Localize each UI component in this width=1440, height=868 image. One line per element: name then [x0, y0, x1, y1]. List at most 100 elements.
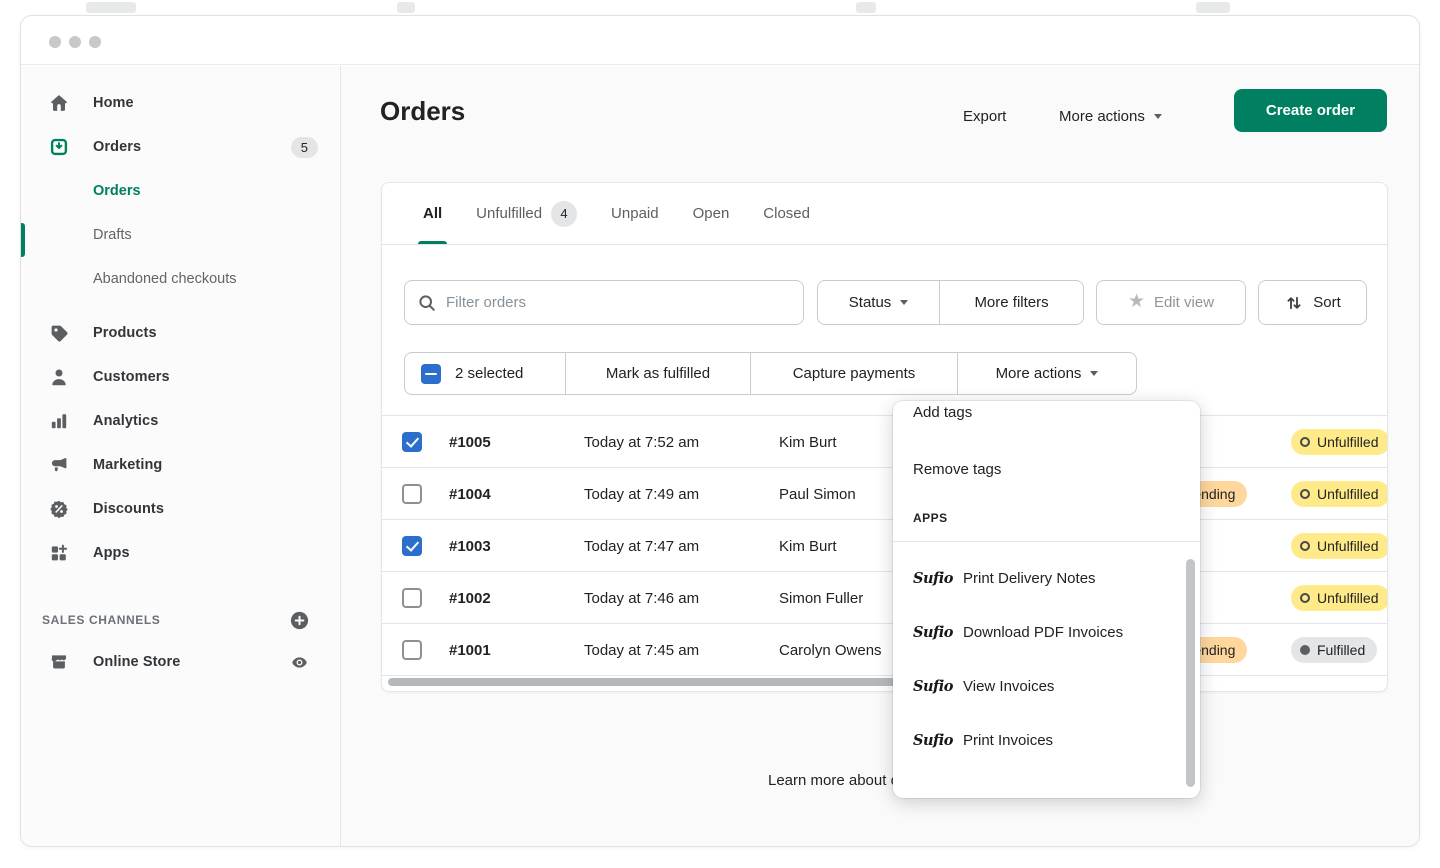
sidebar-subitem-drafts[interactable]: Drafts — [21, 213, 340, 257]
menu-item-label: Add tags — [913, 404, 972, 421]
main-content: Orders Export More actions Create order — [341, 66, 1419, 846]
tab-label: Unfulfilled — [476, 205, 542, 222]
fulfillment-status-dot-icon — [1300, 593, 1310, 603]
sales-channels-header: SALES CHANNELS — [21, 600, 340, 640]
menu-item[interactable]: Add tags — [893, 401, 1200, 443]
order-number[interactable]: #1003 — [449, 520, 491, 572]
mark-as-fulfilled-button[interactable]: Mark as fulfilled — [565, 353, 750, 394]
export-label: Export — [963, 108, 1006, 125]
fulfillment-status-dot-icon — [1300, 489, 1310, 499]
table-row[interactable]: #1004 Today at 7:49 am Paul Simon Pendin… — [382, 468, 1387, 520]
order-number[interactable]: #1002 — [449, 572, 491, 624]
menu-item[interactable]: Sufio Download PDF Invoices — [893, 605, 1200, 659]
window-control-dot[interactable] — [49, 36, 61, 48]
sidebar-item-online-store[interactable]: Online Store — [21, 640, 340, 684]
sidebar-label-discounts: Discounts — [93, 501, 164, 517]
row-checkbox[interactable] — [402, 640, 422, 660]
edit-view-label: Edit view — [1154, 294, 1214, 311]
sidebar-item-marketing[interactable]: Marketing — [21, 443, 340, 487]
sidebar-item-orders[interactable]: Orders 5 — [21, 125, 340, 169]
fulfillment-status-dot-icon — [1300, 645, 1310, 655]
apps-section-header: APPS — [893, 495, 1200, 541]
sidebar-sublabel-orders: Orders — [93, 183, 141, 199]
add-sales-channel-button[interactable] — [288, 609, 310, 631]
marketing-megaphone-icon — [49, 455, 69, 475]
online-store-icon — [49, 652, 69, 672]
menu-item[interactable]: Sufio Print Delivery Notes — [893, 551, 1200, 605]
search-input[interactable] — [446, 294, 791, 311]
dropdown-scrollbar[interactable] — [1186, 559, 1195, 787]
sidebar-label-home: Home — [93, 95, 134, 111]
sidebar-label-marketing: Marketing — [93, 457, 162, 473]
export-button[interactable]: Export — [963, 98, 1006, 134]
tab[interactable]: All — [406, 183, 459, 244]
sidebar: Home Orders 5 Orders Drafts Abandoned ch… — [21, 66, 341, 846]
chevron-down-icon — [1090, 371, 1098, 376]
bulk-more-actions-button[interactable]: More actions — [957, 353, 1136, 394]
sidebar-label-apps: Apps — [93, 545, 130, 561]
sidebar-item-analytics[interactable]: Analytics — [21, 399, 340, 443]
status-filter-button[interactable]: Status — [818, 281, 939, 324]
tab[interactable]: Unfulfilled 4 — [459, 183, 594, 244]
order-date: Today at 7:45 am — [584, 624, 699, 676]
fulfillment-status-label: Unfulfilled — [1317, 486, 1378, 502]
apps-grid-icon — [49, 543, 69, 563]
sidebar-item-apps[interactable]: Apps — [21, 531, 340, 575]
sufio-app-logo: Sufio — [913, 678, 947, 695]
bulk-selection-segment[interactable]: 2 selected — [405, 353, 565, 394]
capture-payments-button[interactable]: Capture payments — [750, 353, 957, 394]
create-order-button[interactable]: Create order — [1234, 89, 1387, 132]
order-number[interactable]: #1005 — [449, 416, 491, 468]
order-number[interactable]: #1001 — [449, 624, 491, 676]
fulfillment-status-badge: Unfulfilled — [1291, 481, 1388, 507]
table-row[interactable]: #1003 Today at 7:47 am Kim Burt Unfulfil… — [382, 520, 1387, 572]
select-all-checkbox[interactable] — [421, 364, 441, 384]
order-number[interactable]: #1004 — [449, 468, 491, 520]
fulfillment-status-label: Unfulfilled — [1317, 538, 1378, 554]
menu-item[interactable]: Sufio Print Invoices — [893, 713, 1200, 767]
row-checkbox[interactable] — [402, 484, 422, 504]
table-row[interactable]: #1005 Today at 7:52 am Kim Burt Unfulfil… — [382, 416, 1387, 468]
tab-label: Open — [693, 205, 730, 222]
star-icon: ★ — [1128, 292, 1145, 311]
sidebar-sublabel-drafts: Drafts — [93, 227, 132, 243]
app-window: Home Orders 5 Orders Drafts Abandoned ch… — [20, 15, 1420, 847]
menu-item[interactable]: Remove tags — [893, 443, 1200, 495]
menu-item[interactable]: Sufio View Invoices — [893, 659, 1200, 713]
sidebar-label-analytics: Analytics — [93, 413, 158, 429]
orders-icon — [49, 137, 69, 157]
menu-item-label: Remove tags — [913, 461, 1001, 478]
sidebar-subitem-abandoned-checkouts[interactable]: Abandoned checkouts — [21, 257, 340, 301]
table-row[interactable]: #1001 Today at 7:45 am Carolyn Owens Pen… — [382, 624, 1387, 676]
row-checkbox[interactable] — [402, 588, 422, 608]
tab[interactable]: Closed — [746, 183, 827, 244]
sort-button[interactable]: Sort — [1258, 280, 1367, 325]
sidebar-item-discounts[interactable]: Discounts — [21, 487, 340, 531]
tab[interactable]: Unpaid — [594, 183, 676, 244]
dropdown-app-actions: Sufio Print Delivery Notes Sufio Downloa… — [893, 542, 1200, 767]
row-checkbox[interactable] — [402, 536, 422, 556]
sidebar-item-home[interactable]: Home — [21, 81, 340, 125]
more-filters-button[interactable]: More filters — [939, 281, 1083, 324]
table-row[interactable]: #1002 Today at 7:46 am Simon Fuller Unfu… — [382, 572, 1387, 624]
row-checkbox[interactable] — [402, 432, 422, 452]
sort-label: Sort — [1313, 294, 1341, 311]
sidebar-label-products: Products — [93, 325, 157, 341]
chevron-down-icon — [900, 300, 908, 305]
filter-orders-searchbox[interactable] — [404, 280, 804, 325]
mark-as-fulfilled-label: Mark as fulfilled — [606, 365, 710, 382]
sidebar-item-customers[interactable]: Customers — [21, 355, 340, 399]
sidebar-item-products[interactable]: Products — [21, 311, 340, 355]
edit-view-button[interactable]: ★ Edit view — [1096, 280, 1246, 325]
sidebar-subitem-orders[interactable]: Orders — [21, 169, 340, 213]
window-control-dot[interactable] — [69, 36, 81, 48]
window-control-dot[interactable] — [89, 36, 101, 48]
order-date: Today at 7:49 am — [584, 468, 699, 520]
tab[interactable]: Open — [676, 183, 747, 244]
sidebar-sublabel-abandoned-checkouts: Abandoned checkouts — [93, 271, 237, 287]
view-online-store-eye-icon[interactable] — [288, 651, 310, 673]
sales-channels-label: SALES CHANNELS — [42, 613, 160, 627]
background-artifact — [397, 2, 415, 13]
header-more-actions-button[interactable]: More actions — [1059, 98, 1162, 134]
products-tag-icon — [49, 323, 69, 343]
